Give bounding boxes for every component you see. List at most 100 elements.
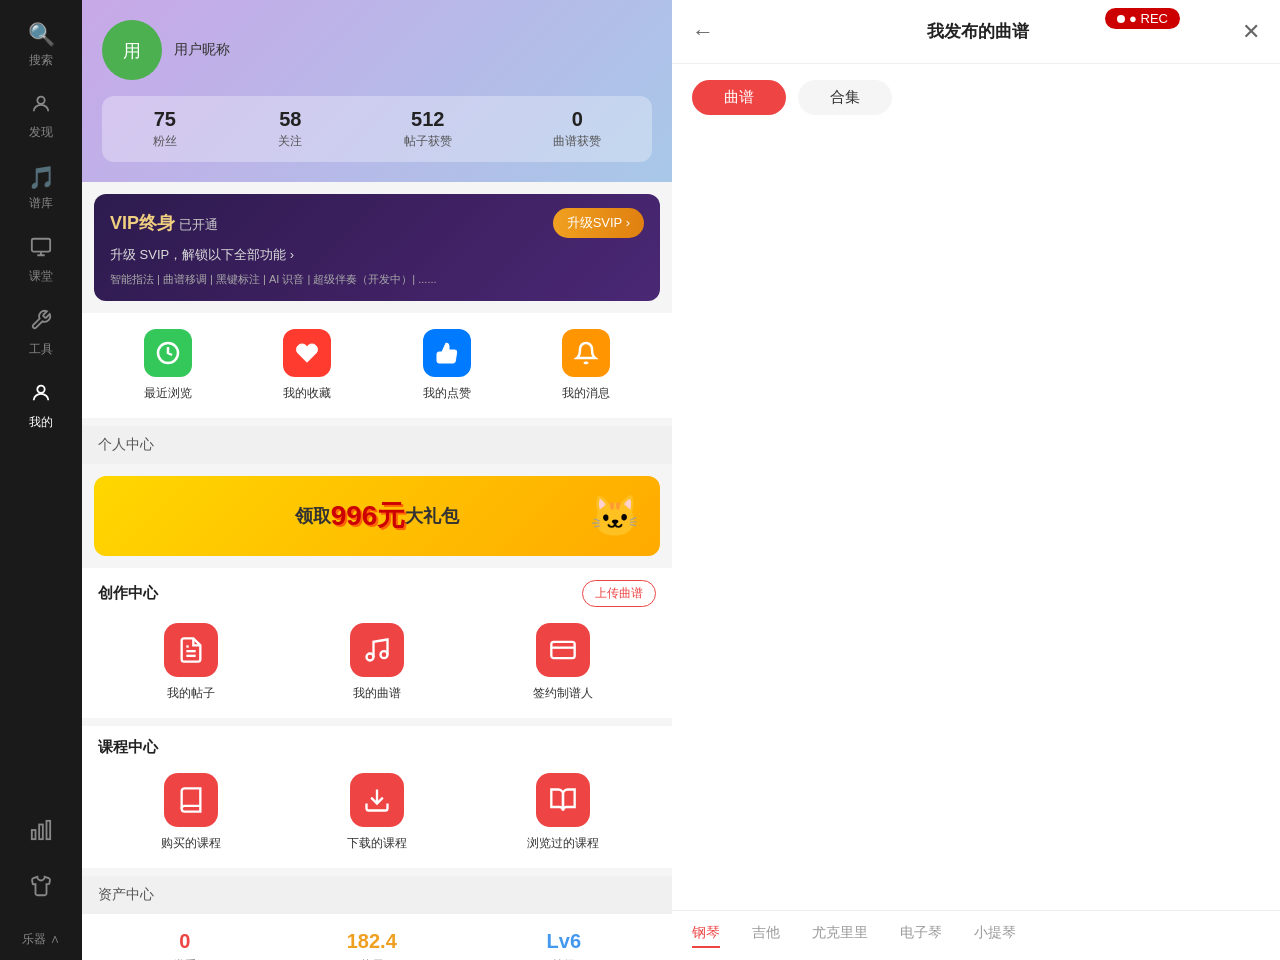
- instrument-tabs: 钢琴 吉他 尤克里里 电子琴 小提琴: [672, 910, 1280, 960]
- course-grid: 购买的课程 下载的课程 浏览过的课程: [82, 765, 672, 868]
- stat-following-number: 58: [279, 108, 301, 131]
- avatar: 用: [102, 20, 162, 80]
- stat-fans-label: 粉丝: [153, 133, 177, 150]
- course-item-browsed[interactable]: 浏览过的课程: [470, 773, 656, 852]
- chart-icon: [30, 819, 52, 847]
- vip-upgrade-text: 升级 SVIP，解锁以下全部功能 ›: [110, 247, 294, 262]
- banner-prefix: 领取: [295, 504, 331, 528]
- asset-level-value: Lv6: [547, 930, 581, 953]
- vip-top-row: VIP终身 已开通 升级SVIP ›: [110, 208, 644, 238]
- sidebar-item-mine[interactable]: 我的: [0, 370, 82, 443]
- banner-amount: 996元: [331, 497, 406, 535]
- vip-upgrade-row[interactable]: 升级 SVIP，解锁以下全部功能 ›: [110, 246, 644, 264]
- favorites-icon: [283, 329, 331, 377]
- upload-score-button[interactable]: 上传曲谱: [582, 580, 656, 607]
- classroom-icon: [30, 236, 52, 264]
- close-button[interactable]: ✕: [1242, 19, 1260, 45]
- course-center-header: 课程中心: [82, 726, 672, 765]
- creation-item-scores[interactable]: 我的曲谱: [284, 623, 470, 702]
- sidebar-item-discover[interactable]: 发现: [0, 81, 82, 153]
- recording-indicator: ● REC: [1105, 8, 1180, 29]
- course-label-purchased: 购买的课程: [161, 835, 221, 852]
- sidebar-label-tools: 工具: [29, 341, 53, 358]
- creation-grid: 我的帖子 我的曲谱 签约制谱人: [82, 615, 672, 718]
- right-panel-title: 我发布的曲谱: [927, 20, 1029, 43]
- stat-post-likes[interactable]: 512 帖子获赞: [404, 108, 452, 150]
- stat-score-likes[interactable]: 0 曲谱获赞: [553, 108, 601, 150]
- svg-rect-1: [32, 239, 50, 252]
- quick-action-recent[interactable]: 最近浏览: [144, 329, 192, 402]
- profile-header: 用 用户昵称 75 粉丝 58 关注 512 帖子获赞: [82, 0, 672, 182]
- asset-item-voucher[interactable]: 0 券手: [173, 930, 197, 960]
- sidebar-label-classroom: 课堂: [29, 268, 53, 285]
- rec-dot: [1117, 15, 1125, 23]
- vip-title: VIP终身: [110, 213, 175, 233]
- quick-action-likes[interactable]: 我的点赞: [423, 329, 471, 402]
- svg-text:用: 用: [123, 41, 141, 61]
- stat-fans[interactable]: 75 粉丝: [153, 108, 177, 150]
- sidebar-item-scores[interactable]: 🎵 谱库: [0, 153, 82, 224]
- inst-tab-piano[interactable]: 钢琴: [692, 924, 720, 948]
- creation-item-posts[interactable]: 我的帖子: [98, 623, 284, 702]
- purchased-course-icon: [164, 773, 218, 827]
- profile-name: 用户昵称: [174, 41, 230, 59]
- personal-center-section: 个人中心: [82, 426, 672, 464]
- sidebar-item-outfit[interactable]: [0, 863, 82, 919]
- sidebar-item-classroom[interactable]: 课堂: [0, 224, 82, 297]
- right-panel: ← 我发布的曲谱 ✕ 曲谱 合集 钢琴 吉他 尤克里里 电子琴 小提琴: [672, 0, 1280, 960]
- asset-item-coins[interactable]: 182.4 募贝: [347, 930, 397, 960]
- scores-icon: 🎵: [28, 165, 55, 191]
- inst-tab-violin[interactable]: 小提琴: [974, 924, 1016, 948]
- inst-tab-electronic-piano[interactable]: 电子琴: [900, 924, 942, 948]
- svg-rect-13: [551, 642, 574, 658]
- svip-upgrade-button[interactable]: 升级SVIP ›: [553, 208, 644, 238]
- stat-post-likes-number: 512: [411, 108, 444, 131]
- course-item-downloaded[interactable]: 下载的课程: [284, 773, 470, 852]
- inst-tab-guitar[interactable]: 吉他: [752, 924, 780, 948]
- inst-tab-ukulele[interactable]: 尤克里里: [812, 924, 868, 948]
- tab-collections[interactable]: 合集: [798, 80, 892, 115]
- creation-center-title: 创作中心: [98, 584, 158, 603]
- stats-row: 75 粉丝 58 关注 512 帖子获赞 0 曲谱获赞: [102, 96, 652, 162]
- sidebar-item-search[interactable]: 🔍 搜索: [0, 10, 82, 81]
- sidebar-item-instrument[interactable]: 乐器 ∧: [0, 919, 82, 960]
- main-panel: 用 用户昵称 75 粉丝 58 关注 512 帖子获赞: [82, 0, 672, 960]
- right-content-area: [672, 131, 1280, 910]
- quick-action-favorites[interactable]: 我的收藏: [283, 329, 331, 402]
- vip-banner: VIP终身 已开通 升级SVIP › 升级 SVIP，解锁以下全部功能 › 智能…: [94, 194, 660, 301]
- svg-point-0: [37, 97, 44, 104]
- browsed-course-icon: [536, 773, 590, 827]
- vip-subtitle: 已开通: [179, 217, 218, 232]
- quick-actions: 最近浏览 我的收藏 我的点赞 我的消息: [82, 313, 672, 418]
- vip-features: 智能指法 | 曲谱移调 | 黑键标注 | AI 识音 | 超级伴奏（开发中）| …: [110, 272, 644, 287]
- back-button[interactable]: ←: [692, 19, 714, 45]
- banner-996[interactable]: 领取 996元 大礼包 🐱: [94, 476, 660, 556]
- stat-following-label: 关注: [278, 133, 302, 150]
- profile-top: 用 用户昵称: [102, 20, 652, 80]
- asset-item-level[interactable]: Lv6 等级: [547, 930, 581, 960]
- stat-following[interactable]: 58 关注: [278, 108, 302, 150]
- favorites-label: 我的收藏: [283, 385, 331, 402]
- sidebar-label-scores: 谱库: [29, 195, 53, 212]
- creation-label-contract: 签约制谱人: [533, 685, 593, 702]
- stat-score-likes-number: 0: [572, 108, 583, 131]
- likes-icon: [423, 329, 471, 377]
- sidebar-label-mine: 我的: [29, 414, 53, 431]
- course-item-purchased[interactable]: 购买的课程: [98, 773, 284, 852]
- svg-rect-4: [39, 825, 43, 840]
- stat-score-likes-label: 曲谱获赞: [553, 133, 601, 150]
- tab-scores[interactable]: 曲谱: [692, 80, 786, 115]
- quick-action-messages[interactable]: 我的消息: [562, 329, 610, 402]
- sidebar-item-chart[interactable]: [0, 807, 82, 863]
- outfit-icon: [30, 875, 52, 903]
- asset-row: 0 券手 182.4 募贝 Lv6 等级: [82, 914, 672, 960]
- downloaded-course-icon: [350, 773, 404, 827]
- creation-item-contract[interactable]: 签约制谱人: [470, 623, 656, 702]
- sidebar-label-discover: 发现: [29, 124, 53, 141]
- sidebar-item-tools[interactable]: 工具: [0, 297, 82, 370]
- stat-post-likes-label: 帖子获赞: [404, 133, 452, 150]
- sidebar-label-instrument: 乐器 ∧: [22, 931, 59, 948]
- vip-title-area: VIP终身 已开通: [110, 211, 218, 235]
- scores-creation-icon: [350, 623, 404, 677]
- messages-label: 我的消息: [562, 385, 610, 402]
